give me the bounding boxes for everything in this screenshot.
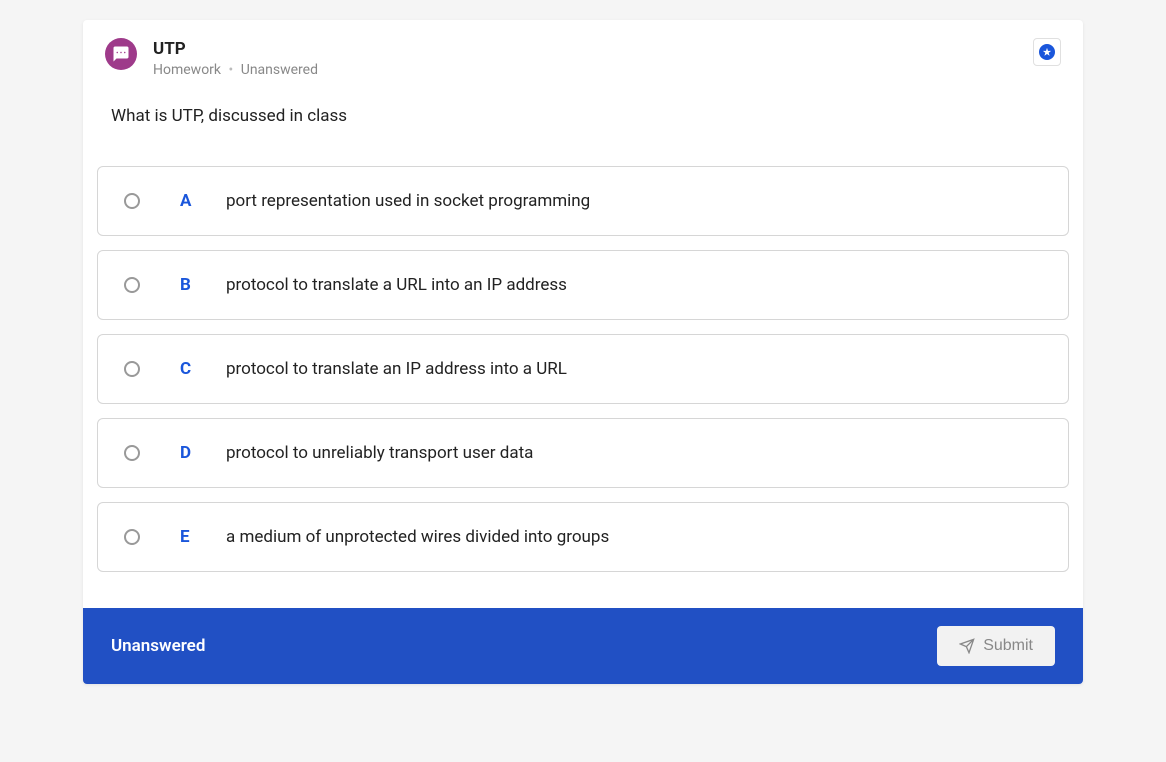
- option-b[interactable]: B protocol to translate a URL into an IP…: [97, 250, 1069, 320]
- option-text: port representation used in socket progr…: [226, 191, 590, 211]
- option-text: protocol to unreliably transport user da…: [226, 443, 533, 463]
- star-icon: [1039, 44, 1055, 60]
- footer-status: Unanswered: [111, 636, 205, 656]
- card-header: UTP Homework • Unanswered: [83, 20, 1083, 86]
- option-a[interactable]: A port representation used in socket pro…: [97, 166, 1069, 236]
- option-letter: A: [180, 191, 210, 211]
- option-letter: E: [180, 527, 210, 547]
- question-prompt: What is UTP, discussed in class: [83, 86, 1083, 166]
- header-text: UTP Homework • Unanswered: [153, 38, 1061, 78]
- option-d[interactable]: D protocol to unreliably transport user …: [97, 418, 1069, 488]
- options-list: A port representation used in socket pro…: [83, 166, 1083, 608]
- option-letter: D: [180, 443, 210, 463]
- question-subtitle: Homework • Unanswered: [153, 62, 1061, 78]
- option-text: protocol to translate an IP address into…: [226, 359, 567, 379]
- star-button[interactable]: [1033, 38, 1061, 66]
- chat-icon: [105, 38, 137, 70]
- option-e[interactable]: E a medium of unprotected wires divided …: [97, 502, 1069, 572]
- state-label: Unanswered: [241, 62, 318, 78]
- radio-icon: [124, 529, 140, 545]
- question-card: UTP Homework • Unanswered What is UTP, d…: [83, 20, 1083, 684]
- send-icon: [959, 638, 975, 654]
- option-letter: B: [180, 275, 210, 295]
- radio-icon: [124, 445, 140, 461]
- option-letter: C: [180, 359, 210, 379]
- category-label: Homework: [153, 62, 221, 78]
- radio-icon: [124, 277, 140, 293]
- radio-icon: [124, 193, 140, 209]
- option-text: protocol to translate a URL into an IP a…: [226, 275, 567, 295]
- card-footer: Unanswered Submit: [83, 608, 1083, 684]
- option-text: a medium of unprotected wires divided in…: [226, 527, 609, 547]
- radio-icon: [124, 361, 140, 377]
- option-c[interactable]: C protocol to translate an IP address in…: [97, 334, 1069, 404]
- submit-button[interactable]: Submit: [937, 626, 1055, 666]
- question-title: UTP: [153, 38, 1061, 60]
- submit-label: Submit: [983, 637, 1033, 655]
- separator-dot: •: [229, 62, 234, 78]
